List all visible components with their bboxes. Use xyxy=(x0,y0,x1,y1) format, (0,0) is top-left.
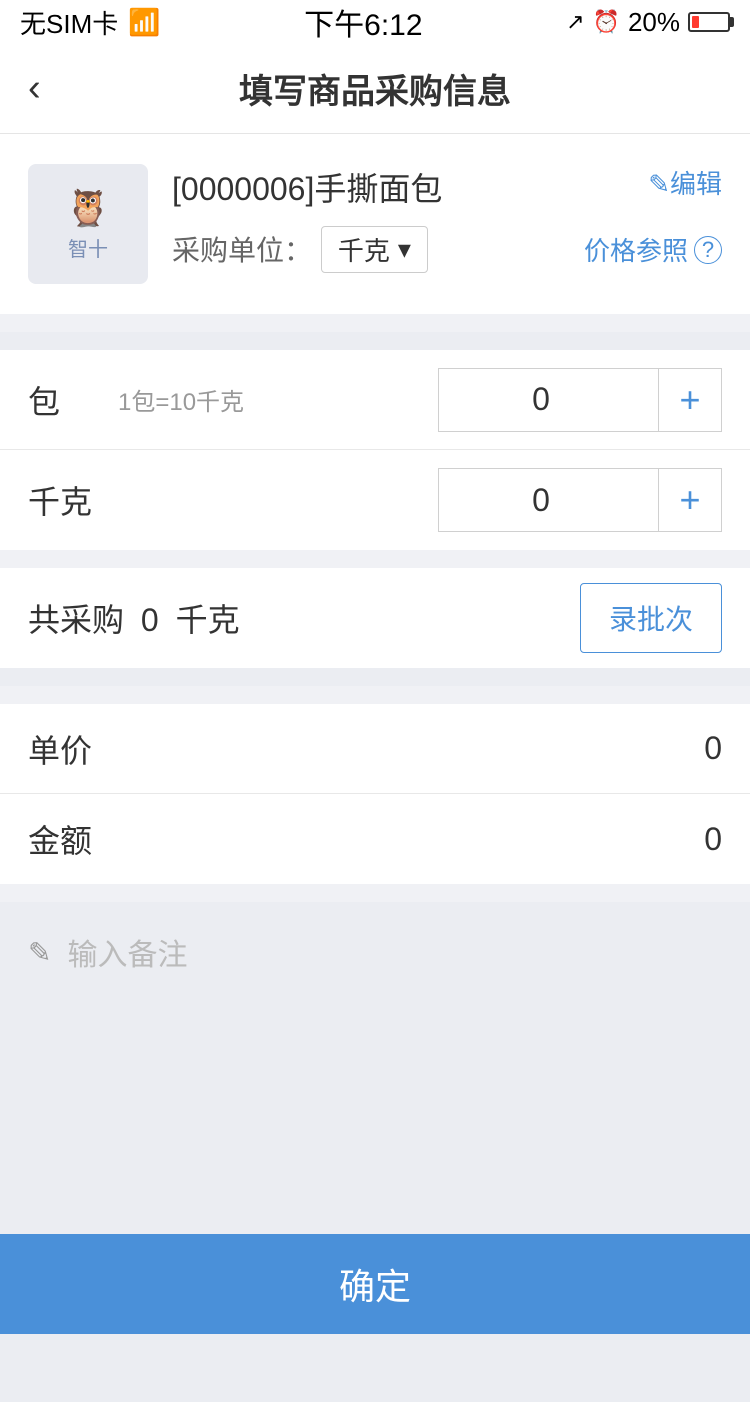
price-ref-label: 价格参照 xyxy=(584,231,688,268)
kg-quantity-input[interactable] xyxy=(438,468,658,532)
page-title: 填写商品采购信息 xyxy=(239,64,511,113)
status-time: 下午6:12 xyxy=(304,0,422,44)
unit-price-value: 0 xyxy=(704,730,722,767)
unit-price-label: 单价 xyxy=(28,726,92,772)
kg-label: 千克 xyxy=(28,477,108,523)
bag-input-controls: + xyxy=(244,368,722,432)
battery-icon xyxy=(688,12,730,32)
remark-placeholder: 输入备注 xyxy=(67,930,187,974)
price-ref-help-icon: ? xyxy=(694,236,722,264)
product-title-row: [0000006]手撕面包 ✎编辑 xyxy=(172,164,722,210)
amount-row: 金额 0 xyxy=(0,794,750,884)
section-divider-2 xyxy=(0,668,750,686)
section-divider-1 xyxy=(0,332,750,350)
price-ref-button[interactable]: 价格参照 ? xyxy=(584,231,722,268)
amount-label: 金额 xyxy=(28,816,92,862)
product-logo-icon: 🦉 xyxy=(66,187,111,229)
battery-fill xyxy=(692,16,699,28)
status-left: 无SIM卡 📶 xyxy=(20,4,161,41)
confirm-button[interactable]: 确定 xyxy=(0,1234,750,1334)
bag-quantity-row: 包 1包=10千克 + xyxy=(0,350,750,450)
summary-text: 共采购 0 千克 xyxy=(28,595,240,641)
alarm-icon: ⏰ xyxy=(593,9,620,35)
summary-label: 共采购 xyxy=(28,602,124,638)
unit-price-row: 单价 0 xyxy=(0,704,750,794)
kg-quantity-row: 千克 + xyxy=(0,450,750,550)
product-logo-text: 智十 xyxy=(68,233,108,262)
product-name: [0000006]手撕面包 xyxy=(172,164,442,210)
empty-area xyxy=(0,1002,750,1402)
unit-label-group: 采购单位： 千克 ▾ xyxy=(172,226,428,273)
pencil-icon: ✎ xyxy=(28,936,51,969)
battery-percent: 20% xyxy=(628,7,680,38)
summary-unit: 千克 xyxy=(176,602,240,638)
bag-plus-button[interactable]: + xyxy=(658,368,722,432)
unit-value: 千克 xyxy=(338,231,390,268)
status-bar: 无SIM卡 📶 下午6:12 ↗ ⏰ 20% xyxy=(0,0,750,44)
product-info: [0000006]手撕面包 ✎编辑 采购单位： 千克 ▾ 价格参照 ? xyxy=(172,164,722,273)
wifi-icon: 📶 xyxy=(128,7,160,38)
confirm-button-label: 确定 xyxy=(339,1258,411,1310)
kg-input-controls: + xyxy=(108,468,722,532)
nav-bar: ‹ 填写商品采购信息 xyxy=(0,44,750,134)
kg-plus-button[interactable]: + xyxy=(658,468,722,532)
back-button[interactable]: ‹ xyxy=(28,67,41,110)
unit-select[interactable]: 千克 ▾ xyxy=(321,226,428,273)
summary-row: 共采购 0 千克 录批次 xyxy=(0,568,750,668)
summary-amount: 0 xyxy=(141,602,159,638)
dropdown-icon: ▾ xyxy=(398,234,411,265)
product-image: 🦉 智十 xyxy=(28,164,148,284)
bag-sublabel: 1包=10千克 xyxy=(118,382,244,417)
summary-section: 共采购 0 千克 录批次 xyxy=(0,568,750,668)
bag-label: 包 xyxy=(28,377,108,423)
status-right: ↗ ⏰ 20% xyxy=(566,7,730,38)
carrier-text: 无SIM卡 xyxy=(20,4,118,41)
remark-section[interactable]: ✎ 输入备注 xyxy=(0,902,750,1002)
record-batch-button[interactable]: 录批次 xyxy=(580,583,722,653)
product-card: 🦉 智十 [0000006]手撕面包 ✎编辑 采购单位： 千克 ▾ 价格参照 ? xyxy=(0,134,750,314)
unit-label: 采购单位： xyxy=(172,235,312,266)
price-section: 单价 0 金额 0 xyxy=(0,704,750,884)
product-edit-button[interactable]: ✎编辑 xyxy=(648,164,722,201)
location-icon: ↗ xyxy=(566,9,584,35)
amount-value: 0 xyxy=(704,821,722,858)
quantity-input-section: 包 1包=10千克 + 千克 + xyxy=(0,350,750,550)
bag-quantity-input[interactable] xyxy=(438,368,658,432)
product-unit-row: 采购单位： 千克 ▾ 价格参照 ? xyxy=(172,226,722,273)
